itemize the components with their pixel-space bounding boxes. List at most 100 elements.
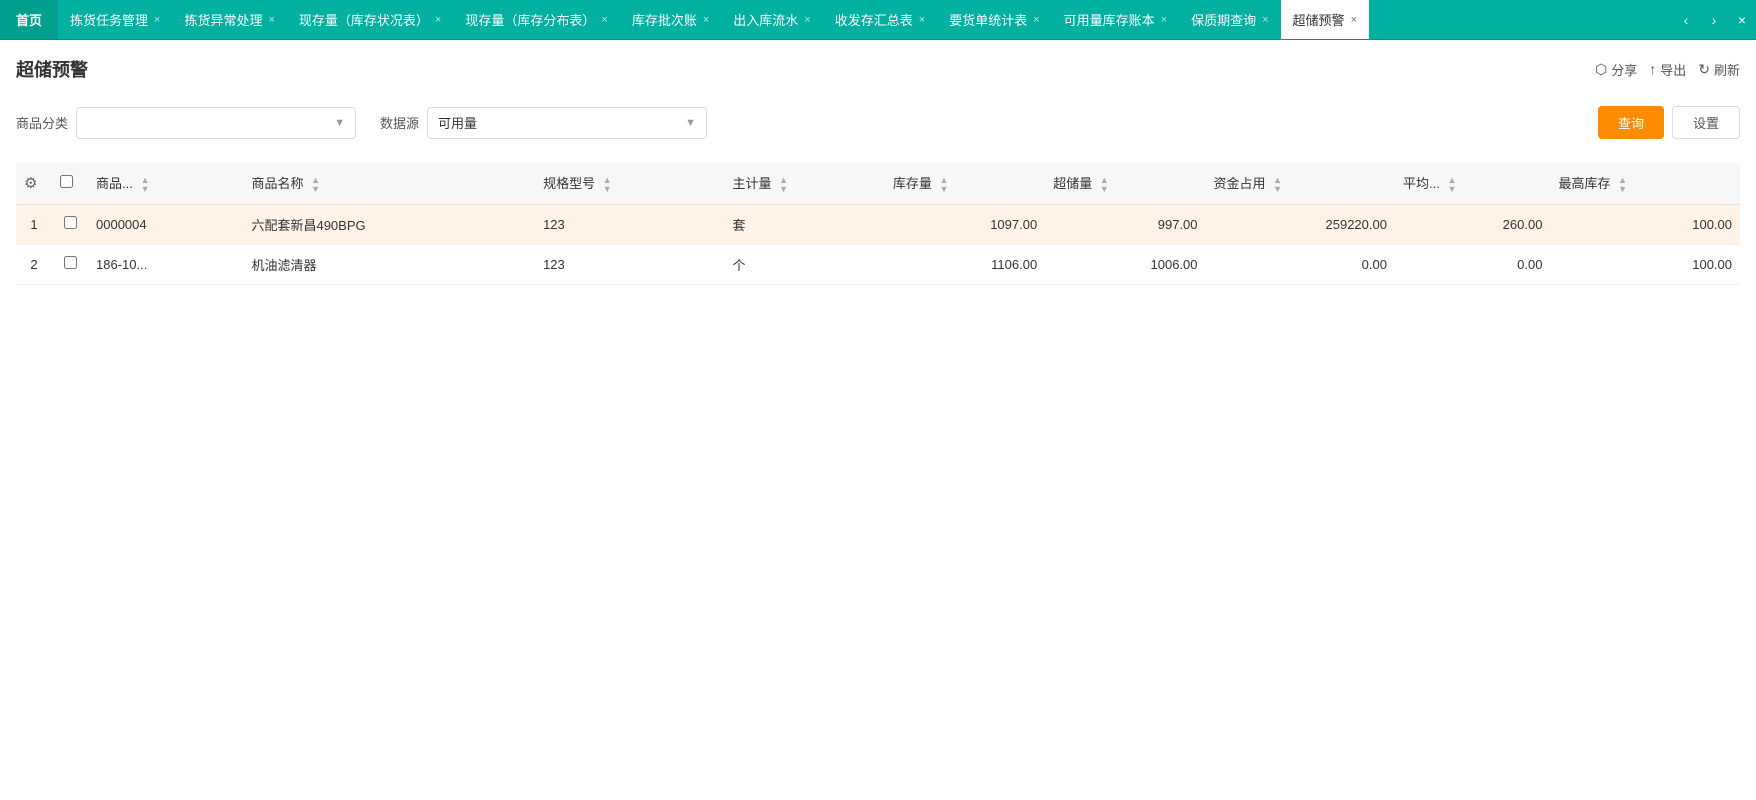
row-num: 1 (16, 204, 52, 244)
nav-label: 拣货任务管理 (70, 10, 148, 29)
cell-stock-qty: 1097.00 (885, 204, 1045, 244)
page-container: 超储预警 ⬡ 分享 ↑ 导出 ↻ 刷新 商品分类 ▼ 数据源 (0, 40, 1756, 800)
filter-buttons: 查询 设置 (1598, 106, 1740, 139)
datasource-select[interactable]: 可用量 ▼ (427, 107, 707, 139)
cell-unit: 个 (725, 244, 885, 284)
nav-arrow-right[interactable]: › (1700, 0, 1728, 40)
table-header: ⚙ 商品... ▲▼ 商品名称 ▲▼ 规格型号 ▲▼ 主计 (16, 163, 1740, 204)
nav-close-icon[interactable]: × (804, 14, 810, 26)
nav-item-stock-batch[interactable]: 库存批次账 × (620, 0, 721, 39)
col-product-name-label: 商品名称 (251, 176, 303, 191)
nav-item-quality-check[interactable]: 保质期查询 × (1179, 0, 1280, 39)
chevron-down-icon: ▼ (685, 117, 696, 129)
nav-label: 超储预警 (1293, 10, 1345, 29)
table-row: 2 186-10... 机油滤清器 123 个 1106.00 1006.00 … (16, 244, 1740, 284)
nav-close-icon[interactable]: × (154, 14, 160, 26)
share-button[interactable]: ⬡ 分享 (1595, 60, 1637, 79)
sort-icon: ▲▼ (1100, 176, 1109, 194)
nav-close-icon[interactable]: × (1161, 14, 1167, 26)
cell-unit: 套 (725, 204, 885, 244)
nav-arrows: ‹ › × (1672, 0, 1756, 40)
nav-close-icon[interactable]: × (919, 14, 925, 26)
col-max-stock[interactable]: 最高库存 ▲▼ (1550, 163, 1740, 204)
row-num: 2 (16, 244, 52, 284)
chevron-down-icon: ▼ (334, 117, 345, 129)
cell-product-code: 186-10... (88, 244, 243, 284)
category-select[interactable]: ▼ (76, 107, 356, 139)
col-overstock-qty[interactable]: 超储量 ▲▼ (1045, 163, 1205, 204)
nav-close-icon[interactable]: × (1262, 14, 1268, 26)
nav-label: 出入库流水 (733, 10, 798, 29)
nav-close-icon[interactable]: × (1033, 14, 1039, 26)
col-spec-label: 规格型号 (543, 176, 595, 191)
datasource-filter-group: 数据源 可用量 ▼ (380, 107, 707, 139)
nav-label: 收发存汇总表 (835, 10, 913, 29)
nav-item-overstock[interactable]: 超储预警 × (1281, 0, 1369, 39)
sort-icon: ▲▼ (603, 176, 612, 194)
cell-avg: 260.00 (1395, 204, 1550, 244)
share-icon: ⬡ (1595, 61, 1607, 78)
nav-home-label: 首页 (16, 10, 42, 29)
export-icon: ↑ (1649, 61, 1656, 77)
settings-button[interactable]: 设置 (1672, 106, 1740, 139)
nav-item-order-count[interactable]: 要货单统计表 × (937, 0, 1051, 39)
nav-close-icon[interactable]: × (268, 14, 274, 26)
nav-item-stock-status[interactable]: 现存量（库存状况表） × (287, 0, 453, 39)
nav-item-stock-dist[interactable]: 现存量（库存分布表） × (453, 0, 619, 39)
nav-label: 现存量（库存状况表） (299, 10, 429, 29)
nav-arrow-more[interactable]: × (1728, 0, 1756, 40)
nav-arrow-left[interactable]: ‹ (1672, 0, 1700, 40)
nav-item-avail-stock[interactable]: 可用量库存账本 × (1052, 0, 1179, 39)
nav-item-in-out-flow[interactable]: 出入库流水 × (721, 0, 822, 39)
header-row: ⚙ 商品... ▲▼ 商品名称 ▲▼ 规格型号 ▲▼ 主计 (16, 163, 1740, 204)
col-product-name[interactable]: 商品名称 ▲▼ (243, 163, 535, 204)
export-button[interactable]: ↑ 导出 (1649, 60, 1686, 79)
col-unit[interactable]: 主计量 ▲▼ (725, 163, 885, 204)
nav-label: 库存批次账 (632, 10, 697, 29)
col-capital-occ[interactable]: 资金占用 ▲▼ (1206, 163, 1395, 204)
page-header: 超储预警 ⬡ 分享 ↑ 导出 ↻ 刷新 (16, 56, 1740, 82)
refresh-button[interactable]: ↻ 刷新 (1698, 60, 1740, 79)
nav-label: 可用量库存账本 (1064, 10, 1155, 29)
query-button[interactable]: 查询 (1598, 106, 1664, 139)
sort-icon: ▲▼ (940, 176, 949, 194)
row-checkbox[interactable] (64, 216, 77, 229)
col-avg[interactable]: 平均... ▲▼ (1395, 163, 1550, 204)
select-all-checkbox[interactable] (60, 175, 73, 188)
row-checkbox[interactable] (64, 256, 77, 269)
gear-icon[interactable]: ⚙ (24, 175, 37, 192)
sort-icon: ▲▼ (1273, 176, 1282, 194)
nav-close-icon[interactable]: × (601, 14, 607, 26)
col-max-stock-label: 最高库存 (1558, 176, 1610, 191)
header-actions: ⬡ 分享 ↑ 导出 ↻ 刷新 (1595, 60, 1740, 79)
nav-item-abnormal[interactable]: 拣货异常处理 × (172, 0, 286, 39)
cell-max-stock: 100.00 (1550, 244, 1740, 284)
sort-icon: ▲▼ (779, 176, 788, 194)
nav-item-collect-summary[interactable]: 收发存汇总表 × (823, 0, 937, 39)
cell-product-code: 0000004 (88, 204, 243, 244)
col-settings: ⚙ (16, 163, 52, 204)
nav-label: 要货单统计表 (949, 10, 1027, 29)
sort-icon: ▲▼ (311, 176, 320, 194)
nav-item-task-mgmt[interactable]: 拣货任务管理 × (58, 0, 172, 39)
col-overstock-qty-label: 超储量 (1053, 176, 1092, 191)
datasource-label: 数据源 (380, 113, 419, 132)
nav-home[interactable]: 首页 (0, 0, 58, 39)
cell-spec: 123 (535, 244, 724, 284)
export-label: 导出 (1660, 60, 1686, 79)
nav-close-icon[interactable]: × (1351, 14, 1357, 26)
col-stock-qty[interactable]: 库存量 ▲▼ (885, 163, 1045, 204)
col-product-code[interactable]: 商品... ▲▼ (88, 163, 243, 204)
datasource-value: 可用量 (438, 113, 477, 132)
nav-close-icon[interactable]: × (435, 14, 441, 26)
col-checkbox (52, 163, 88, 204)
col-product-code-label: 商品... (96, 176, 133, 191)
col-spec[interactable]: 规格型号 ▲▼ (535, 163, 724, 204)
nav-label: 现存量（库存分布表） (465, 10, 595, 29)
sort-icon: ▲▼ (140, 176, 149, 194)
cell-max-stock: 100.00 (1550, 204, 1740, 244)
cell-overstock-qty: 1006.00 (1045, 244, 1205, 284)
nav-label: 保质期查询 (1191, 10, 1256, 29)
page-title: 超储预警 (16, 56, 88, 82)
nav-close-icon[interactable]: × (703, 14, 709, 26)
